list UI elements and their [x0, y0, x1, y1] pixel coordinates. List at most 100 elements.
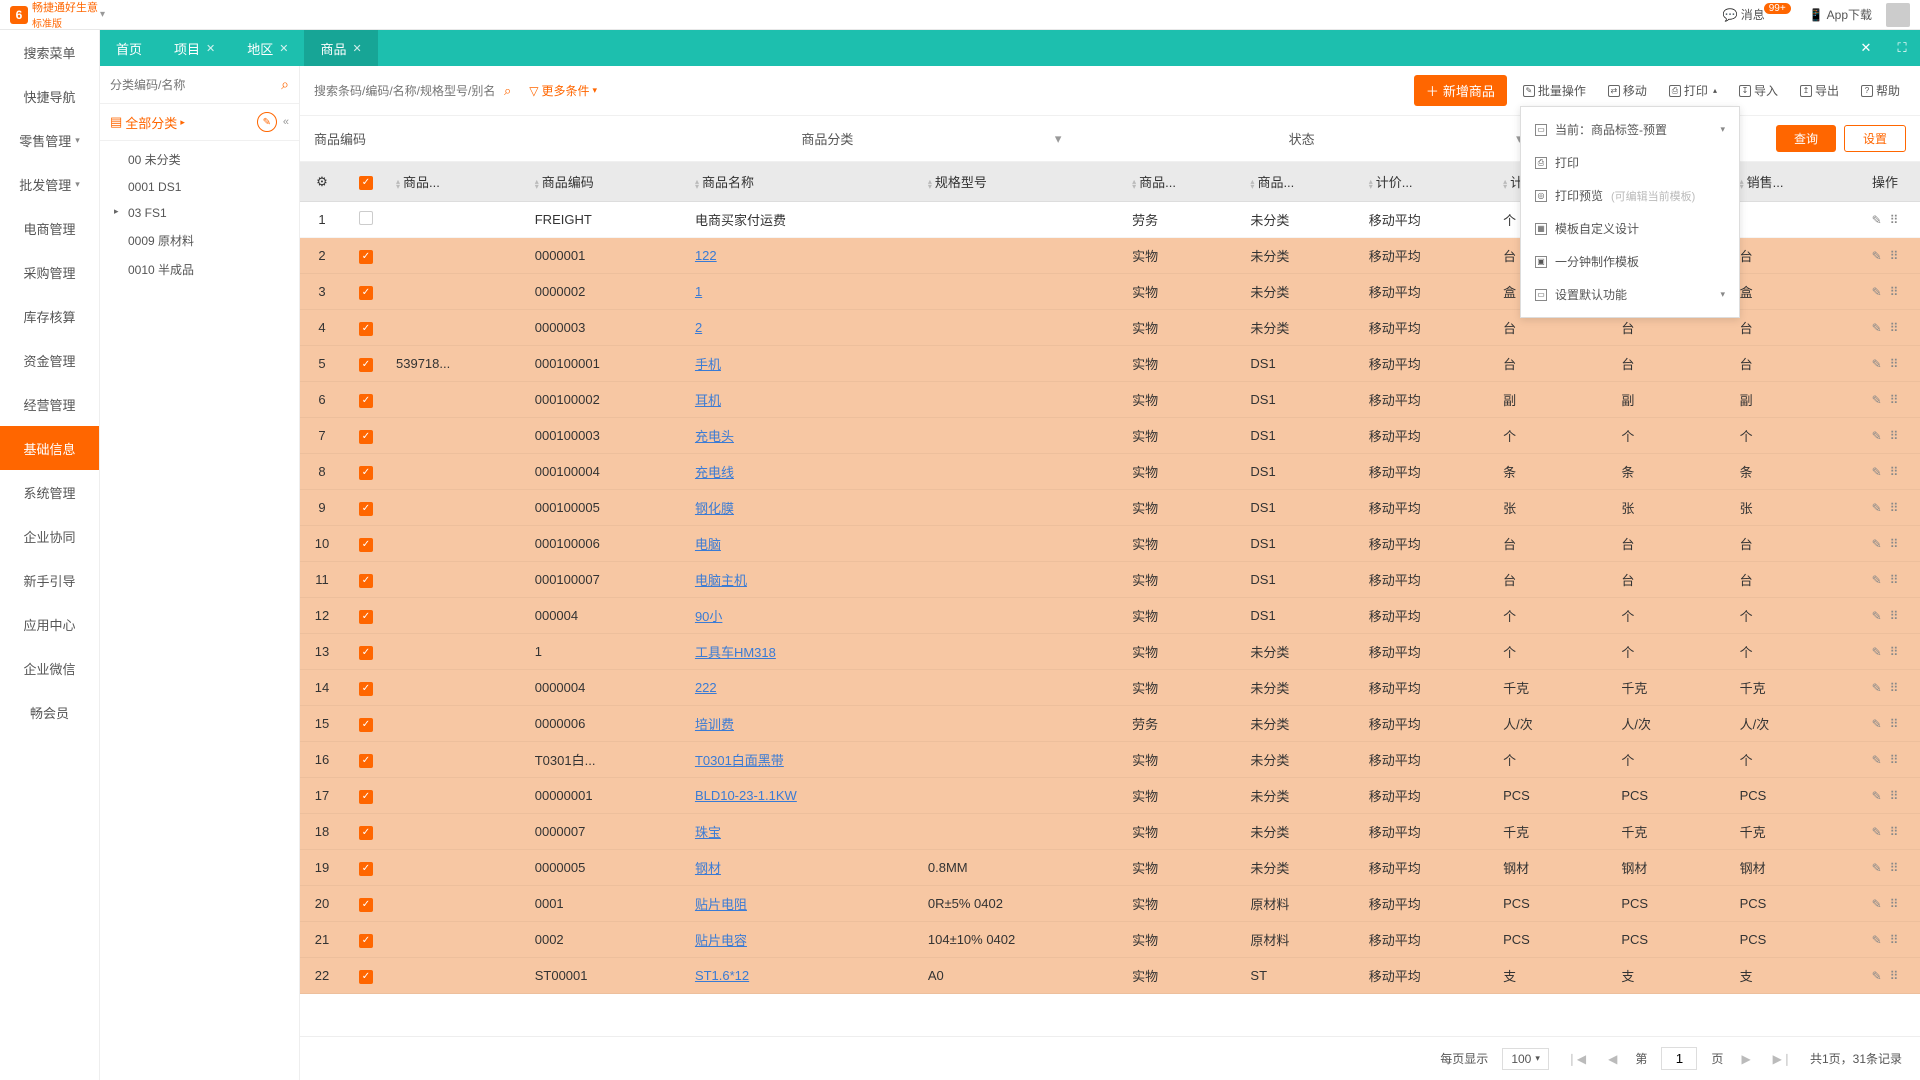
table-row[interactable]: 11✓000100007电脑主机实物DS1移动平均台台台✎⠿ [300, 562, 1920, 598]
table-row[interactable]: 18✓0000007珠宝实物未分类移动平均千克千克千克✎⠿ [300, 814, 1920, 850]
avatar[interactable] [1886, 3, 1910, 27]
cell-checkbox[interactable]: ✓ [344, 958, 388, 994]
print-preview-item[interactable]: ◎打印预览(可编辑当前模板) [1521, 179, 1739, 212]
product-name-link[interactable]: T0301白面黑带 [695, 753, 784, 768]
table-row[interactable]: 6✓000100002耳机实物DS1移动平均副副副✎⠿ [300, 382, 1920, 418]
page-first-button[interactable]: ❘◀ [1563, 1052, 1590, 1066]
cell-checkbox[interactable]: ✓ [344, 346, 388, 382]
cell-checkbox[interactable]: ✓ [344, 454, 388, 490]
tree-item[interactable]: 0001 DS1 [100, 174, 299, 200]
sidebar-item[interactable]: 系统管理 [0, 470, 99, 514]
more-icon[interactable]: ⠿ [1890, 573, 1899, 587]
table-row[interactable]: 17✓00000001BLD10-23-1.1KW实物未分类移动平均PCSPCS… [300, 778, 1920, 814]
sidebar-item[interactable]: 采购管理 [0, 250, 99, 294]
more-icon[interactable]: ⠿ [1890, 357, 1899, 371]
sidebar-item[interactable]: 快捷导航 [0, 74, 99, 118]
page-next-button[interactable]: ▶ [1737, 1052, 1754, 1066]
cell-checkbox[interactable] [344, 202, 388, 238]
table-row[interactable]: 8✓000100004充电线实物DS1移动平均条条条✎⠿ [300, 454, 1920, 490]
sidebar-item[interactable]: 电商管理 [0, 206, 99, 250]
table-row[interactable]: 9✓000100005钢化膜实物DS1移动平均张张张✎⠿ [300, 490, 1920, 526]
sidebar-item[interactable]: 经营管理 [0, 382, 99, 426]
edit-icon[interactable]: ✎ [1872, 681, 1882, 695]
export-button[interactable]: ↥导出 [1794, 82, 1845, 99]
col-type[interactable]: ▴▾商品... [1124, 162, 1242, 202]
col-category[interactable]: ▴▾商品... [1242, 162, 1360, 202]
search-icon[interactable]: ⌕ [504, 83, 511, 99]
per-page-select[interactable]: 100▾ [1502, 1048, 1549, 1070]
search-icon[interactable]: ⌕ [281, 76, 289, 93]
more-icon[interactable]: ⠿ [1890, 789, 1899, 803]
product-name-link[interactable]: 珠宝 [695, 825, 721, 840]
more-icon[interactable]: ⠿ [1890, 861, 1899, 875]
more-icon[interactable]: ⠿ [1890, 933, 1899, 947]
col-code[interactable]: ▴▾商品编码 [527, 162, 687, 202]
cell-checkbox[interactable]: ✓ [344, 706, 388, 742]
cell-checkbox[interactable]: ✓ [344, 850, 388, 886]
tab[interactable]: 商品✕ [304, 30, 377, 66]
table-row[interactable]: 5✓539718...000100001手机实物DS1移动平均台台台✎⠿ [300, 346, 1920, 382]
product-name-link[interactable]: 工具车HM318 [695, 645, 776, 660]
print-quick-item[interactable]: ▣一分钟制作模板 [1521, 245, 1739, 278]
more-icon[interactable]: ⠿ [1890, 753, 1899, 767]
sidebar-item[interactable]: 零售管理▾ [0, 118, 99, 162]
product-name-link[interactable]: 1 [695, 284, 702, 299]
edit-categories-button[interactable]: ✎ [257, 112, 277, 132]
table-row[interactable]: 22✓ST00001ST1.6*12A0实物ST移动平均支支支✎⠿ [300, 958, 1920, 994]
edit-icon[interactable]: ✎ [1872, 969, 1882, 983]
category-filter-select[interactable]: ▾ [861, 131, 1061, 147]
more-icon[interactable]: ⠿ [1890, 285, 1899, 299]
table-row[interactable]: 12✓00000490小实物DS1移动平均个个个✎⠿ [300, 598, 1920, 634]
close-all-tabs-button[interactable]: ✕ [1848, 30, 1884, 66]
cell-checkbox[interactable]: ✓ [344, 922, 388, 958]
edit-icon[interactable]: ✎ [1872, 393, 1882, 407]
product-name-link[interactable]: 钢化膜 [695, 501, 734, 516]
print-do-item[interactable]: ⎙打印 [1521, 146, 1739, 179]
edit-icon[interactable]: ✎ [1872, 861, 1882, 875]
product-name-link[interactable]: 122 [695, 248, 717, 263]
more-icon[interactable]: ⠿ [1890, 969, 1899, 983]
table-row[interactable]: 16✓T0301白...T0301白面黑带实物未分类移动平均个个个✎⠿ [300, 742, 1920, 778]
more-icon[interactable]: ⠿ [1890, 681, 1899, 695]
close-icon[interactable]: ✕ [206, 42, 215, 55]
more-icon[interactable]: ⠿ [1890, 825, 1899, 839]
table-row[interactable]: 14✓0000004222实物未分类移动平均千克千克千克✎⠿ [300, 670, 1920, 706]
all-categories-button[interactable]: ▤ 全部分类 ▸ [110, 113, 185, 132]
print-template-item[interactable]: ▦模板自定义设计 [1521, 212, 1739, 245]
cell-checkbox[interactable]: ✓ [344, 526, 388, 562]
tree-search-input[interactable] [110, 78, 281, 92]
col-sale-unit[interactable]: ▴▾销售... [1732, 162, 1850, 202]
edit-icon[interactable]: ✎ [1872, 789, 1882, 803]
col-cost[interactable]: ▴▾计价... [1361, 162, 1495, 202]
tree-item[interactable]: 00 未分类 [100, 145, 299, 174]
more-icon[interactable]: ⠿ [1890, 645, 1899, 659]
product-name-link[interactable]: 贴片电阻 [695, 897, 747, 912]
more-icon[interactable]: ⠿ [1890, 537, 1899, 551]
batch-ops-button[interactable]: ✎批量操作 [1517, 82, 1592, 99]
more-icon[interactable]: ⠿ [1890, 249, 1899, 263]
product-name-link[interactable]: 电脑 [695, 537, 721, 552]
col-name[interactable]: ▴▾商品名称 [687, 162, 920, 202]
product-name-link[interactable]: 贴片电容 [695, 933, 747, 948]
edit-icon[interactable]: ✎ [1872, 213, 1882, 227]
sidebar-item[interactable]: 应用中心 [0, 602, 99, 646]
settings-button[interactable]: 设置 [1844, 125, 1906, 152]
cell-checkbox[interactable]: ✓ [344, 310, 388, 346]
sidebar-item[interactable]: 搜索菜单 [0, 30, 99, 74]
table-row[interactable]: 13✓1工具车HM318实物未分类移动平均个个个✎⠿ [300, 634, 1920, 670]
collapse-tree-button[interactable]: « [283, 116, 289, 128]
edit-icon[interactable]: ✎ [1872, 825, 1882, 839]
cell-checkbox[interactable]: ✓ [344, 778, 388, 814]
search-input[interactable] [314, 84, 494, 98]
edit-icon[interactable]: ✎ [1872, 321, 1882, 335]
edit-icon[interactable]: ✎ [1872, 285, 1882, 299]
product-name-link[interactable]: 手机 [695, 357, 721, 372]
cell-checkbox[interactable]: ✓ [344, 886, 388, 922]
edit-icon[interactable]: ✎ [1872, 537, 1882, 551]
fullscreen-button[interactable]: ⛶ [1884, 30, 1920, 66]
close-icon[interactable]: ✕ [353, 42, 362, 55]
more-icon[interactable]: ⠿ [1890, 321, 1899, 335]
code-filter-input[interactable] [374, 127, 534, 151]
cell-checkbox[interactable]: ✓ [344, 274, 388, 310]
more-icon[interactable]: ⠿ [1890, 429, 1899, 443]
